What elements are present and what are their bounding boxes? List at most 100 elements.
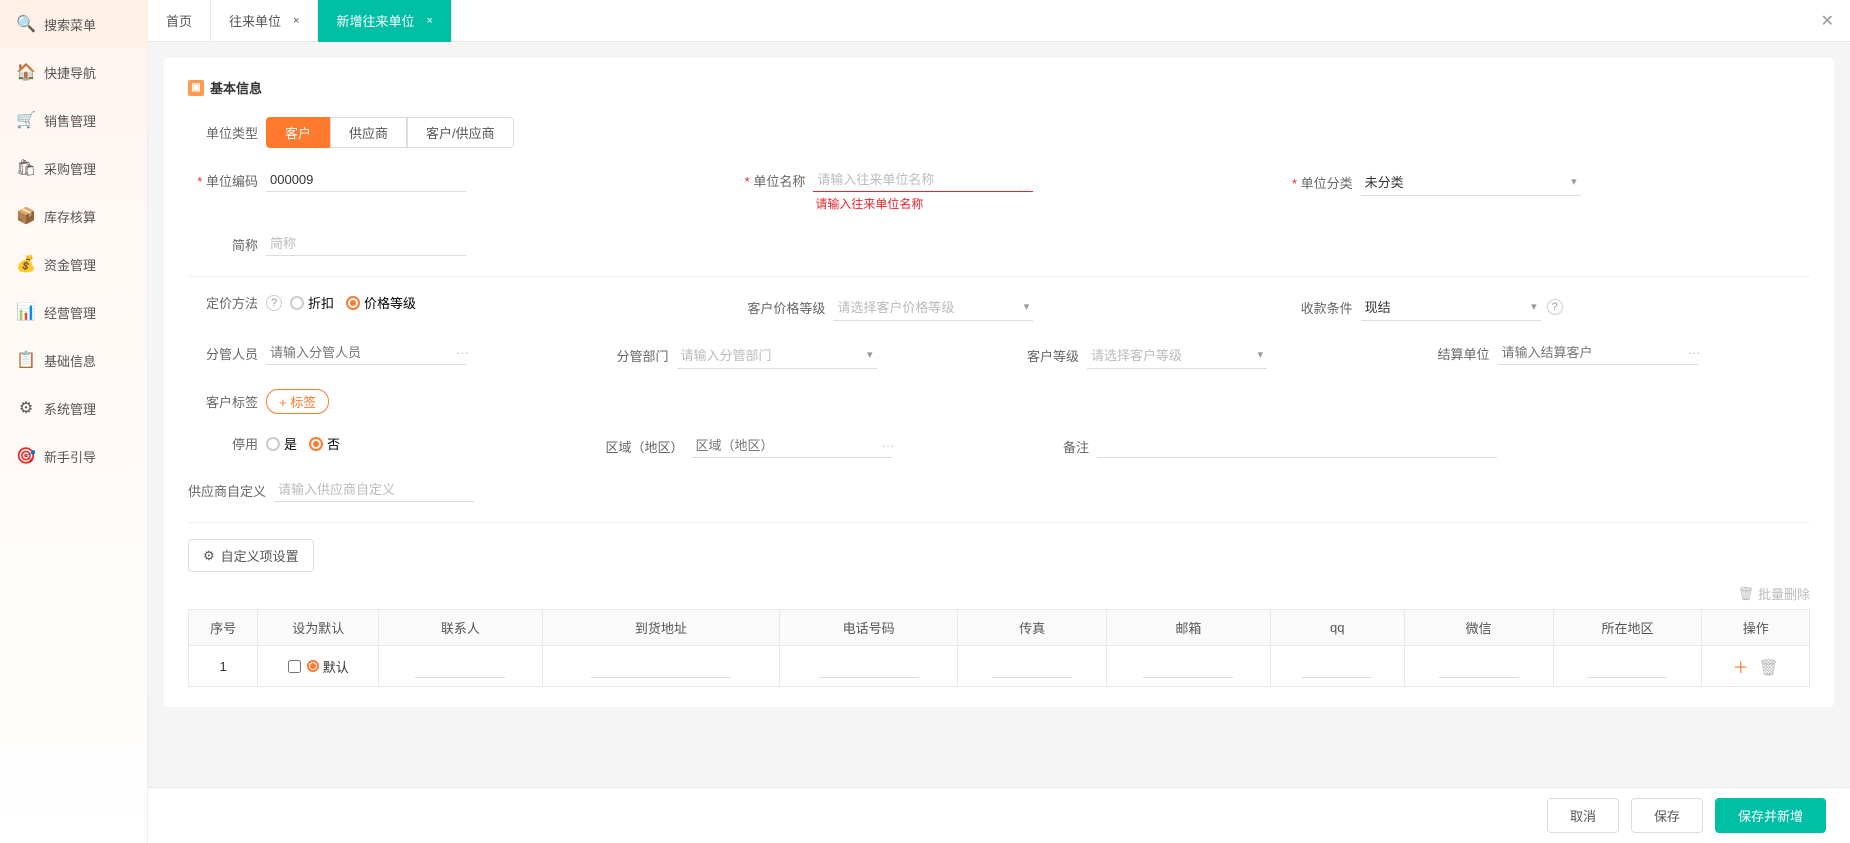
tab-unit-list-close[interactable]: ×: [293, 15, 299, 27]
sidebar-item-quicknav[interactable]: 🏠 快捷导航: [0, 48, 147, 96]
stop-yes-radio[interactable]: 是: [266, 434, 297, 453]
sidebar-item-label: 经营管理: [44, 303, 96, 322]
search-icon: 🔍: [16, 14, 36, 34]
sidebar-item-label: 搜索菜单: [44, 15, 96, 34]
stop-no-circle: [309, 437, 323, 451]
manager-more-icon[interactable]: ···: [456, 345, 473, 360]
unit-category-select[interactable]: 未分类 ▾: [1361, 168, 1581, 196]
customer-level-select[interactable]: 请选择客户等级 ▾: [1087, 341, 1267, 369]
pricing-help-icon[interactable]: ?: [266, 295, 282, 311]
settlement-input[interactable]: [1498, 341, 1682, 364]
batch-delete-label[interactable]: 批量删除: [1758, 584, 1810, 603]
manager-row: 分管人员 ··· 分管部门 请输入分管部门 ▾ 客户等级: [188, 341, 1810, 369]
stop-region-row: 停用 是 否 区域（地区）: [188, 434, 1810, 458]
sidebar-item-label: 销售管理: [44, 111, 96, 130]
tab-home[interactable]: 首页: [148, 0, 211, 42]
unit-code-input[interactable]: [266, 168, 466, 192]
tab-new-unit[interactable]: 新增往来单位 ×: [318, 0, 451, 42]
tabbar-close-button[interactable]: ✕: [1805, 11, 1850, 31]
stop-label: 停用: [188, 434, 258, 453]
supplier-custom-input[interactable]: [274, 478, 474, 502]
contact-table: 序号 设为默认 联系人 到货地址 电话号码 传真 邮箱 qq 微信 所在地区 操…: [188, 609, 1810, 687]
tag-label: 客户标签: [188, 392, 258, 411]
cell-region[interactable]: [1553, 646, 1702, 687]
unit-type-label: 单位类型: [188, 123, 258, 142]
tab-new-unit-close[interactable]: ×: [426, 15, 432, 27]
chevron-down-icon: ▾: [1531, 300, 1537, 313]
code-name-category-row: * 单位编码 * 单位名称 请输入往来单位名称: [188, 168, 1810, 212]
abbr-input[interactable]: [266, 232, 466, 256]
sidebar-item-label: 基础信息: [44, 351, 96, 370]
sidebar-item-system[interactable]: ⚙ 系统管理: [0, 384, 147, 432]
unit-type-row: 单位类型 客户 供应商 客户/供应商: [188, 117, 1810, 148]
chevron-down-icon: ▾: [1024, 300, 1030, 313]
tab-unit-list[interactable]: 往来单位 ×: [211, 0, 318, 42]
col-contact: 联系人: [379, 610, 543, 646]
sidebar-item-sales[interactable]: 🛒 销售管理: [0, 96, 147, 144]
sidebar-item-purchase[interactable]: 🛍 采购管理: [0, 144, 147, 192]
sidebar-item-base[interactable]: 📋 基础信息: [0, 336, 147, 384]
tag-add-button[interactable]: + 标签: [266, 389, 329, 414]
batch-delete-area: 🗑 批量删除: [188, 584, 1810, 603]
region-label: 区域（地区）: [604, 437, 684, 456]
section-title-icon: ▣: [188, 80, 204, 96]
stop-no-radio[interactable]: 否: [309, 434, 340, 453]
sales-icon: 🛒: [16, 110, 36, 130]
settlement-label: 结算单位: [1420, 344, 1490, 363]
cell-qq[interactable]: [1270, 646, 1404, 687]
row-checkbox[interactable]: [288, 660, 301, 673]
pricing-discount-radio[interactable]: 折扣: [290, 293, 334, 312]
chevron-down-icon: ▾: [1571, 175, 1577, 188]
cancel-button[interactable]: 取消: [1547, 798, 1619, 833]
payment-help-icon[interactable]: ?: [1547, 299, 1563, 315]
stop-yes-circle: [266, 437, 280, 451]
home-icon: 🏠: [16, 62, 36, 82]
remark-input[interactable]: [1097, 434, 1497, 458]
tabbar: 首页 往来单位 × 新增往来单位 × ✕: [148, 0, 1850, 42]
payment-select[interactable]: 现结 ▾: [1361, 293, 1541, 321]
save-and-new-button[interactable]: 保存并新增: [1715, 798, 1826, 833]
row-delete-button[interactable]: 🗑: [1755, 658, 1781, 678]
purchase-icon: 🛍: [16, 158, 36, 178]
contact-table-wrapper: 序号 设为默认 联系人 到货地址 电话号码 传真 邮箱 qq 微信 所在地区 操…: [188, 609, 1810, 687]
unit-name-input[interactable]: [813, 168, 1033, 192]
tab-home-label: 首页: [166, 11, 192, 30]
pricing-pricelevel-radio[interactable]: 价格等级: [346, 293, 416, 312]
sidebar-item-newbie[interactable]: 🎯 新手引导: [0, 432, 147, 480]
cell-action: ＋ 🗑: [1702, 646, 1810, 687]
region-input[interactable]: [692, 434, 876, 457]
cell-address[interactable]: [542, 646, 779, 687]
cell-phone[interactable]: [779, 646, 957, 687]
chevron-down-icon: ▾: [867, 348, 873, 361]
base-icon: 📋: [16, 350, 36, 370]
dept-select[interactable]: 请输入分管部门 ▾: [677, 341, 877, 369]
finance-icon: 💰: [16, 254, 36, 274]
col-wechat: 微信: [1404, 610, 1553, 646]
sidebar-item-finance[interactable]: 💰 资金管理: [0, 240, 147, 288]
remark-label: 备注: [1019, 437, 1089, 456]
customer-price-select[interactable]: 请选择客户价格等级 ▾: [833, 293, 1033, 321]
row-add-button[interactable]: ＋: [1730, 654, 1752, 678]
custom-settings-button[interactable]: ⚙ 自定义项设置: [188, 539, 314, 572]
sidebar-item-inventory[interactable]: 📦 库存核算: [0, 192, 147, 240]
cell-fax[interactable]: [958, 646, 1107, 687]
cell-wechat[interactable]: [1404, 646, 1553, 687]
settlement-more-icon[interactable]: ···: [1688, 345, 1705, 360]
unit-type-customer[interactable]: 客户: [266, 117, 330, 148]
save-button[interactable]: 保存: [1631, 798, 1703, 833]
unit-type-supplier[interactable]: 供应商: [330, 117, 407, 148]
cell-default[interactable]: 默认: [258, 646, 379, 687]
sidebar-item-search[interactable]: 🔍 搜索菜单: [0, 0, 147, 48]
manager-input[interactable]: [266, 341, 450, 364]
customer-price-label: 客户价格等级: [735, 298, 825, 317]
cell-email[interactable]: [1107, 646, 1271, 687]
unit-code-label: * 单位编码: [188, 171, 258, 190]
main-area: 首页 往来单位 × 新增往来单位 × ✕ ▣ 基本信息 单位类型 客户: [148, 0, 1850, 843]
sidebar-item-operations[interactable]: 📊 经营管理: [0, 288, 147, 336]
system-icon: ⚙: [16, 398, 36, 418]
operations-icon: 📊: [16, 302, 36, 322]
unit-type-both[interactable]: 客户/供应商: [407, 117, 514, 148]
col-action: 操作: [1702, 610, 1810, 646]
cell-contact[interactable]: [379, 646, 543, 687]
region-more-icon[interactable]: ···: [882, 438, 899, 453]
